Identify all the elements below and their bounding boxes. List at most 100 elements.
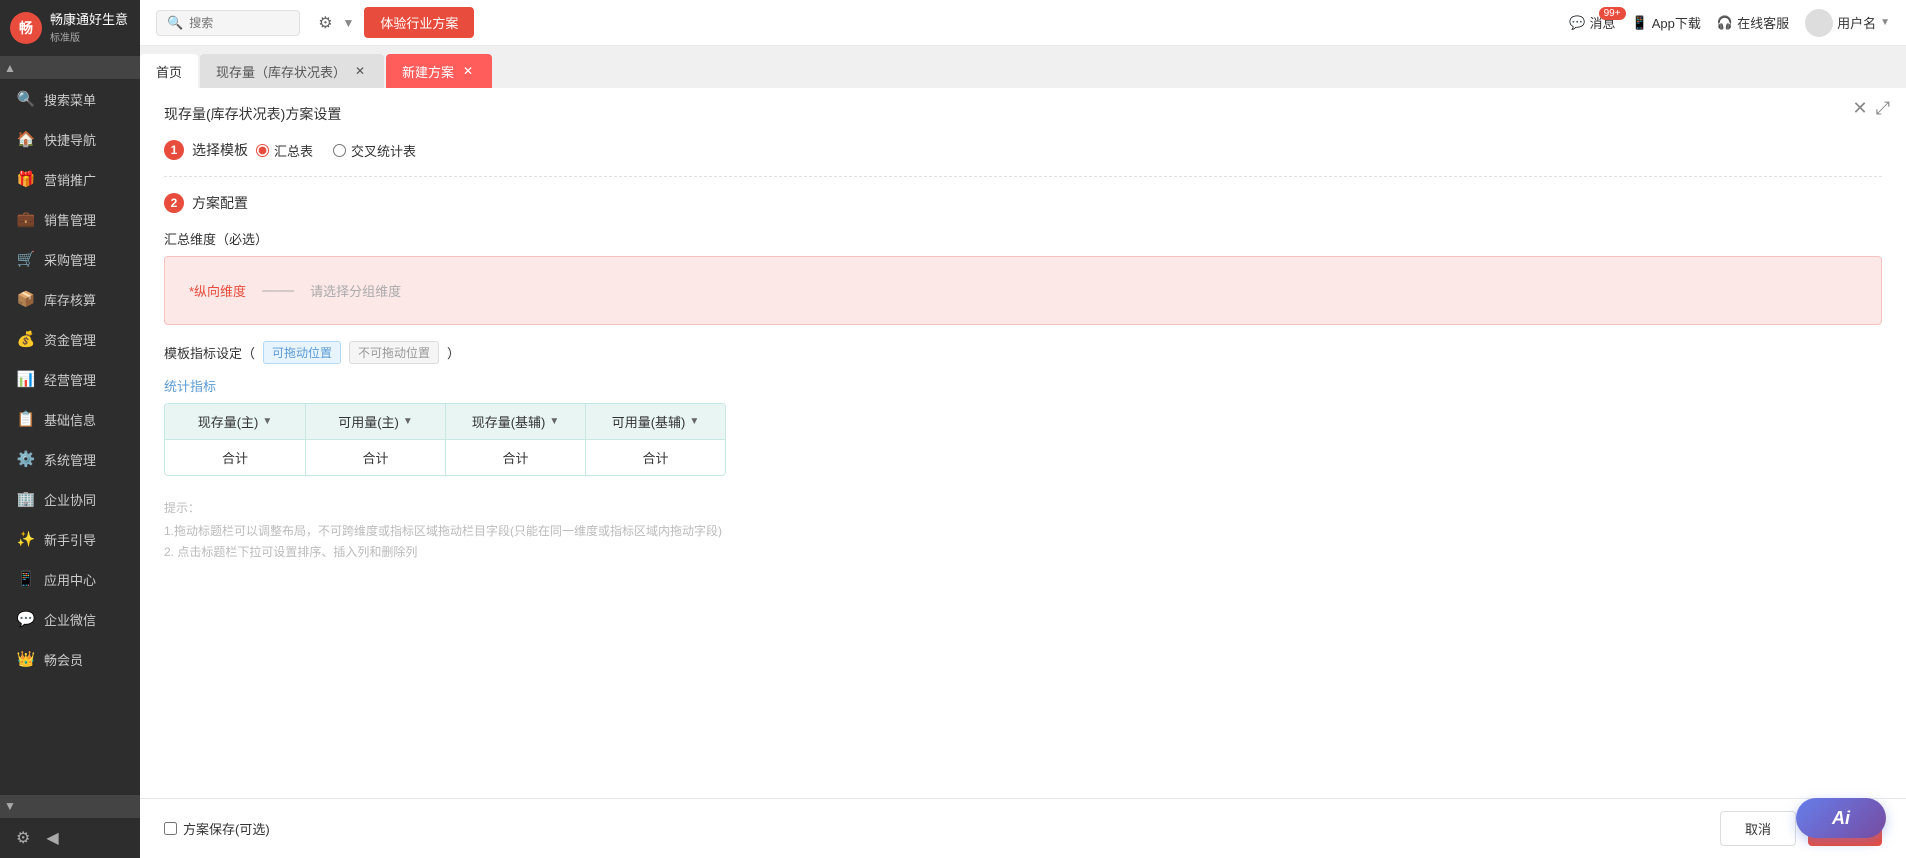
stats-body-cell-1: 合计 <box>306 440 445 475</box>
user-name: 用户名 <box>1837 13 1876 32</box>
sidebar-item-sales[interactable]: 💼 销售管理 <box>0 199 140 239</box>
sidebar-item-label: 系统管理 <box>44 450 96 469</box>
sidebar-item-app-center[interactable]: 📱 应用中心 <box>0 559 140 599</box>
dropdown-arrow-icon[interactable]: ▼ <box>343 16 355 30</box>
radio-summary-input[interactable] <box>256 144 269 157</box>
sidebar-item-newbie[interactable]: ✨ 新手引导 <box>0 519 140 559</box>
system-icon: ⚙️ <box>16 449 36 469</box>
sales-icon: 💼 <box>16 209 36 229</box>
tips-item-0: 1.拖动标题栏可以调整布局，不可跨维度或指标区域拖动栏目字段(只能在同一维度或指… <box>164 522 1882 539</box>
stats-header-cell-3[interactable]: 可用量(基辅) ▼ <box>586 404 725 440</box>
sidebar-item-system[interactable]: ⚙️ 系统管理 <box>0 439 140 479</box>
user-dropdown-icon: ▼ <box>1880 17 1890 28</box>
tab-inventory-label: 现存量（库存状况表） <box>216 62 346 81</box>
stats-col-3: 可用量(基辅) ▼ <box>585 404 725 440</box>
search-menu-icon: 🔍 <box>16 89 36 109</box>
sidebar-item-marketing[interactable]: 🎁 营销推广 <box>0 159 140 199</box>
radio-cross-input[interactable] <box>333 144 346 157</box>
user-menu[interactable]: 用户名 ▼ <box>1805 9 1890 37</box>
tab-home[interactable]: 首页 <box>140 54 198 88</box>
stats-body-cell-3: 合计 <box>586 440 725 475</box>
stats-col-1-label: 可用量(主) <box>338 412 399 431</box>
sidebar-item-quick-nav[interactable]: 🏠 快捷导航 <box>0 119 140 159</box>
stats-table-header: 现存量(主) ▼ 可用量(主) ▼ 现存量(基辅 <box>165 404 725 440</box>
radio-cross[interactable]: 交叉统计表 <box>333 141 416 160</box>
ai-float-button[interactable]: Ai <box>1796 798 1886 838</box>
service-label: 在线客服 <box>1737 13 1789 32</box>
radio-summary[interactable]: 汇总表 <box>256 141 313 160</box>
sidebar-item-inventory[interactable]: 📦 库存核算 <box>0 279 140 319</box>
online-service-button[interactable]: 🎧 在线客服 <box>1717 13 1789 32</box>
tabbar: 首页 现存量（库存状况表） ✕ 新建方案 ✕ <box>140 46 1906 88</box>
stats-col-0-dropdown-icon[interactable]: ▼ <box>262 416 272 427</box>
sidebar-nav: 🔍 搜索菜单 🏠 快捷导航 🎁 营销推广 💼 销售管理 🛒 采购管理 📦 库存核… <box>0 79 140 795</box>
stats-col-2-dropdown-icon[interactable]: ▼ <box>549 416 559 427</box>
stats-header-cell-2[interactable]: 现存量(基辅) ▼ <box>446 404 585 440</box>
app-download-button[interactable]: 📱 App下载 <box>1632 13 1701 32</box>
tab-home-label: 首页 <box>156 62 182 81</box>
sidebar-item-basic-info[interactable]: 📋 基础信息 <box>0 399 140 439</box>
trial-button[interactable]: 体验行业方案 <box>364 7 474 38</box>
topbar-search: 🔍 <box>156 10 300 36</box>
page-content: 现存量(库存状况表)方案设置 1 选择模板 汇总表 交叉统计表 <box>140 88 1906 798</box>
radio-cross-label: 交叉统计表 <box>351 141 416 160</box>
sidebar-item-search-menu[interactable]: 🔍 搜索菜单 <box>0 79 140 119</box>
step1-badge: 1 <box>164 140 184 160</box>
dimension-placeholder[interactable]: 请选择分组维度 <box>310 281 401 300</box>
save-option-label: 方案保存(可选) <box>183 819 270 838</box>
sidebar-item-label: 新手引导 <box>44 530 96 549</box>
member-icon: 👑 <box>16 649 36 669</box>
user-avatar <box>1805 9 1833 37</box>
cancel-button[interactable]: 取消 <box>1720 811 1796 846</box>
close-button[interactable]: ✕ <box>1853 98 1868 119</box>
save-checkbox[interactable] <box>164 822 177 835</box>
sidebar-item-finance[interactable]: 💰 资金管理 <box>0 319 140 359</box>
stats-col-0: 现存量(主) ▼ <box>165 404 305 440</box>
stats-body-col-3: 合计 <box>585 440 725 475</box>
collapse-icon[interactable]: ◀ <box>46 828 58 848</box>
sidebar-item-member[interactable]: 👑 畅会员 <box>0 639 140 679</box>
step1-header: 1 选择模板 汇总表 交叉统计表 <box>164 140 1882 160</box>
sidebar-item-operation[interactable]: 📊 经营管理 <box>0 359 140 399</box>
stats-col-3-dropdown-icon[interactable]: ▼ <box>689 416 699 427</box>
gear-icon[interactable]: ⚙ <box>318 13 332 33</box>
search-input[interactable] <box>189 16 289 30</box>
search-icon: 🔍 <box>167 15 183 31</box>
stats-header-cell-0[interactable]: 现存量(主) ▼ <box>165 404 305 440</box>
sidebar-item-wechat[interactable]: 💬 企业微信 <box>0 599 140 639</box>
indicator-settings-prefix: 模板指标设定（ <box>164 343 255 362</box>
maximize-button[interactable]: ⤢ <box>1876 98 1890 119</box>
sidebar-scroll-down[interactable]: ▼ <box>0 795 140 817</box>
tab-inventory-close-icon[interactable]: ✕ <box>352 63 368 79</box>
step2-badge: 2 <box>164 193 184 213</box>
tab-inventory-status[interactable]: 现存量（库存状况表） ✕ <box>200 54 384 88</box>
sidebar-item-label: 畅会员 <box>44 650 83 669</box>
topbar: 🔍 ⚙ ▼ 体验行业方案 💬 消息 99+ 📱 App下载 🎧 在线客服 <box>140 0 1906 46</box>
tab-new-plan-label: 新建方案 <box>402 62 454 81</box>
stats-col-1-dropdown-icon[interactable]: ▼ <box>403 416 413 427</box>
messages-button[interactable]: 💬 消息 99+ <box>1569 13 1615 32</box>
window-controls: ✕ ⤢ <box>1853 98 1891 119</box>
app-icon: 📱 <box>1632 15 1648 31</box>
tab-new-plan[interactable]: 新建方案 ✕ <box>386 54 492 88</box>
divider-1 <box>164 176 1882 177</box>
sidebar-logo: 畅 畅康通好生意 标准版 <box>0 0 140 57</box>
sidebar-item-enterprise[interactable]: 🏢 企业协同 <box>0 479 140 519</box>
stats-col-2-label: 现存量(基辅) <box>472 412 546 431</box>
sidebar-scroll-up[interactable]: ▲ <box>0 57 140 79</box>
logo-text-block: 畅康通好生意 标准版 <box>50 12 128 44</box>
wechat-icon: 💬 <box>16 609 36 629</box>
tab-new-plan-close-icon[interactable]: ✕ <box>460 63 476 79</box>
topbar-left: 🔍 ⚙ ▼ 体验行业方案 <box>156 7 474 38</box>
newbie-icon: ✨ <box>16 529 36 549</box>
stats-header-cell-1[interactable]: 可用量(主) ▼ <box>306 404 445 440</box>
settings-icon[interactable]: ⚙ <box>16 828 30 848</box>
stats-col-1: 可用量(主) ▼ <box>305 404 445 440</box>
operation-icon: 📊 <box>16 369 36 389</box>
page-title: 现存量(库存状况表)方案设置 <box>164 104 1882 124</box>
sidebar-item-label: 搜索菜单 <box>44 90 96 109</box>
inventory-icon: 📦 <box>16 289 36 309</box>
quick-nav-icon: 🏠 <box>16 129 36 149</box>
sidebar-item-purchase[interactable]: 🛒 采购管理 <box>0 239 140 279</box>
sidebar-item-label: 基础信息 <box>44 410 96 429</box>
